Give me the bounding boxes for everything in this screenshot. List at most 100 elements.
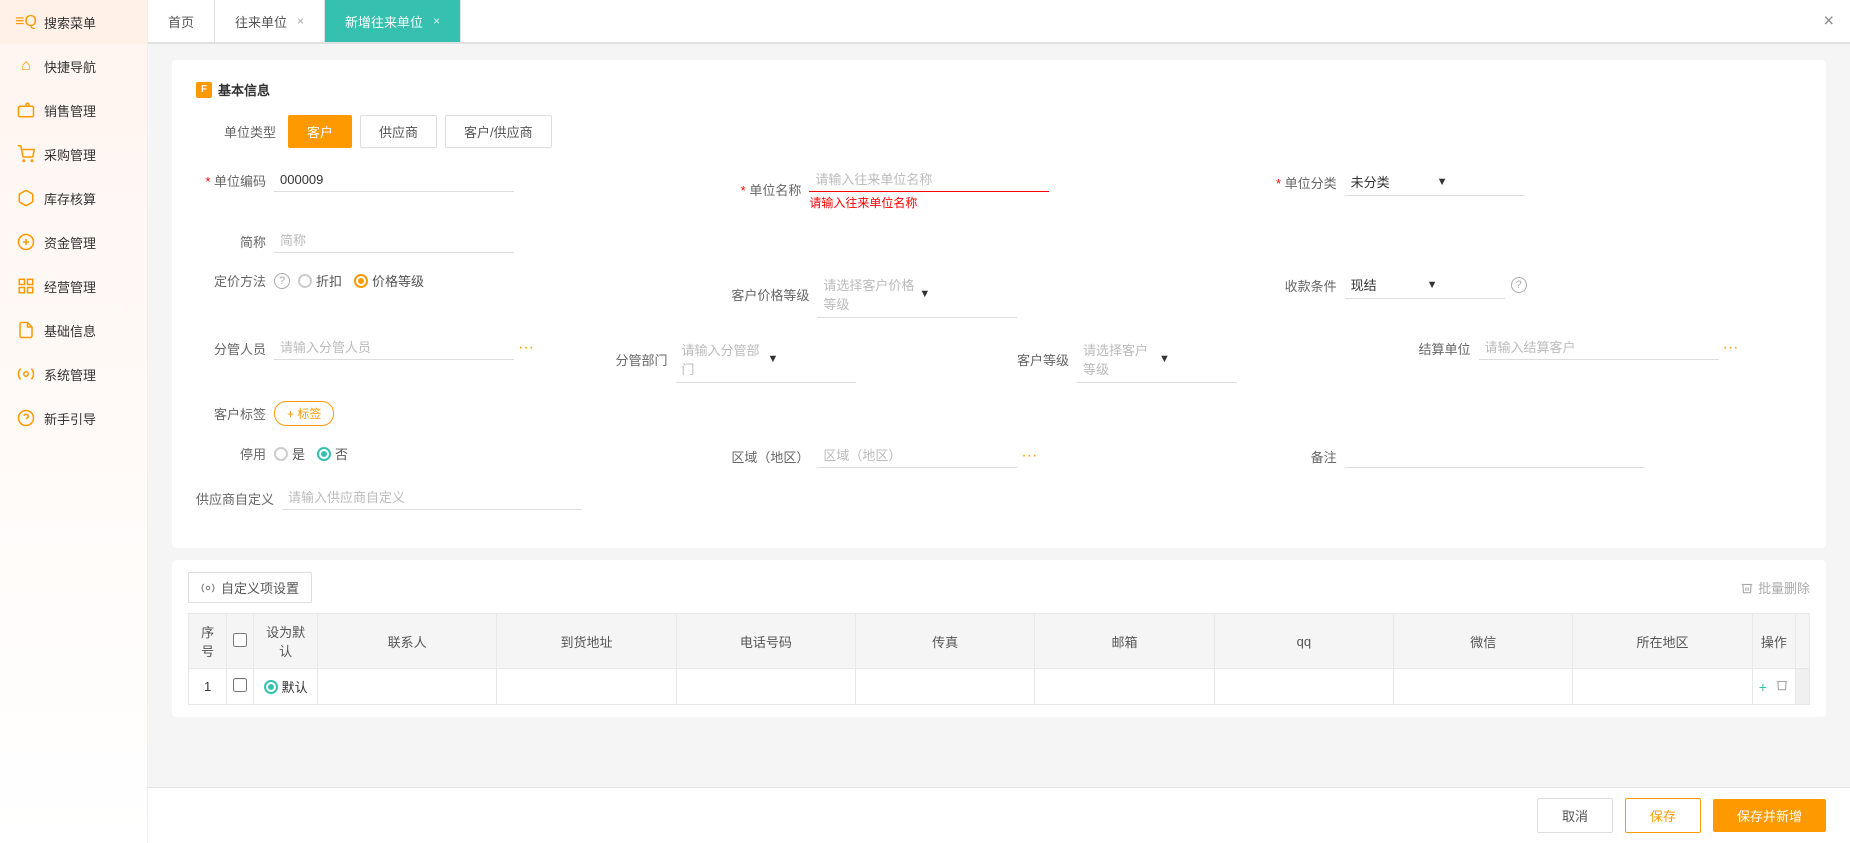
- sidebar-item-operations[interactable]: 经营管理: [0, 264, 147, 308]
- radio-no-label: 否: [335, 444, 348, 463]
- radio-price-level-label: 价格等级: [372, 271, 424, 290]
- unit-name-error: 请输入往来单位名称: [809, 194, 1266, 211]
- tab-new-partner-label: 新增往来单位: [345, 12, 423, 31]
- region-input[interactable]: [817, 444, 1017, 468]
- tab-partner[interactable]: 往来单位 ×: [215, 0, 325, 42]
- section-title-text: 基本信息: [218, 80, 270, 99]
- customer-price-level-select[interactable]: 请选择客户价格等级 ▼: [817, 271, 1017, 318]
- cell-fax[interactable]: [855, 669, 1034, 705]
- payment-terms-select[interactable]: 现结 ▼: [1345, 271, 1505, 299]
- customer-level-select[interactable]: 请选择客户等级 ▼: [1077, 336, 1237, 383]
- qq-input[interactable]: [1221, 679, 1387, 694]
- customer-level-chevron: ▼: [1159, 353, 1231, 365]
- form-row-tag: 客户标签 + 标签: [196, 401, 1802, 426]
- sidebar-label-purchase: 采购管理: [44, 145, 96, 164]
- manager-label: 分管人员: [196, 339, 266, 358]
- cell-contact[interactable]: [318, 669, 497, 705]
- cell-qq[interactable]: [1214, 669, 1393, 705]
- customer-price-level-placeholder: 请选择客户价格等级: [823, 275, 915, 313]
- cell-action: +: [1752, 669, 1795, 705]
- supplier-custom-input[interactable]: [282, 486, 582, 510]
- close-all-tabs[interactable]: ×: [1823, 11, 1834, 32]
- sidebar-item-inventory[interactable]: 库存核算: [0, 176, 147, 220]
- add-tag-btn[interactable]: + 标签: [274, 401, 334, 426]
- radio-price-level[interactable]: 价格等级: [354, 271, 424, 290]
- email-input[interactable]: [1041, 679, 1207, 694]
- radio-yes[interactable]: 是: [274, 444, 305, 463]
- settlement-unit-input[interactable]: [1479, 336, 1719, 360]
- cell-phone[interactable]: [676, 669, 855, 705]
- manager-dots[interactable]: ···: [514, 339, 538, 357]
- customer-tag-field: 客户标签 + 标签: [196, 401, 1802, 426]
- area-input[interactable]: [1579, 679, 1745, 694]
- tab-partner-close[interactable]: ×: [297, 14, 304, 28]
- th-email: 邮箱: [1035, 614, 1214, 669]
- fax-input[interactable]: [862, 679, 1028, 694]
- unit-category-chevron: ▼: [1437, 176, 1519, 188]
- phone-input[interactable]: [683, 679, 849, 694]
- address-input[interactable]: [503, 679, 669, 694]
- tab-new-partner[interactable]: 新增往来单位 ×: [325, 0, 461, 42]
- remark-input[interactable]: [1345, 444, 1645, 468]
- form-row-shortname: 简称: [196, 229, 1802, 253]
- payment-terms-help-icon[interactable]: ?: [1511, 277, 1527, 293]
- tab-home[interactable]: 首页: [148, 0, 215, 42]
- supplier-custom-field: 供应商自定义: [196, 486, 1802, 510]
- sidebar-item-sales[interactable]: 销售管理: [0, 88, 147, 132]
- remark-field: 备注: [1267, 444, 1802, 468]
- delete-row-icon[interactable]: [1775, 678, 1789, 695]
- sidebar-item-quicknav[interactable]: ⌂ 快捷导航: [0, 44, 147, 88]
- batch-delete-btn[interactable]: 批量删除: [1740, 578, 1810, 597]
- cell-address[interactable]: [497, 669, 676, 705]
- contact-input[interactable]: [324, 679, 490, 694]
- wechat-input[interactable]: [1400, 679, 1566, 694]
- btn-supplier[interactable]: 供应商: [360, 115, 437, 148]
- sidebar-item-purchase[interactable]: 采购管理: [0, 132, 147, 176]
- sidebar-item-basic[interactable]: 基础信息: [0, 308, 147, 352]
- unit-type-btn-group: 客户 供应商 客户/供应商: [288, 115, 552, 148]
- btn-customer[interactable]: 客户: [288, 115, 352, 148]
- row-checkbox[interactable]: [233, 678, 247, 692]
- customize-settings-btn[interactable]: 自定义项设置: [188, 572, 312, 603]
- add-row-icon[interactable]: +: [1759, 679, 1767, 695]
- radio-discount[interactable]: 折扣: [298, 271, 342, 290]
- sidebar-item-system[interactable]: 系统管理: [0, 352, 147, 396]
- system-icon: [16, 364, 36, 384]
- sidebar-item-finance[interactable]: 资金管理: [0, 220, 147, 264]
- manager-input[interactable]: [274, 336, 514, 360]
- cell-area[interactable]: [1573, 669, 1752, 705]
- th-scroll: [1796, 614, 1810, 669]
- unit-category-select[interactable]: 未分类 ▼: [1345, 168, 1525, 196]
- unit-name-input[interactable]: [809, 168, 1049, 192]
- radio-no[interactable]: 否: [317, 444, 348, 463]
- pricing-method-label: 定价方法: [196, 271, 266, 290]
- btn-both[interactable]: 客户/供应商: [445, 115, 552, 148]
- sidebar-item-guide[interactable]: 新手引导: [0, 396, 147, 440]
- save-new-button[interactable]: 保存并新增: [1713, 799, 1826, 832]
- cancel-button[interactable]: 取消: [1537, 798, 1613, 833]
- form-row-pricing: 定价方法 ? 折扣 价格等级 客户价格等级: [196, 271, 1802, 318]
- cell-email[interactable]: [1035, 669, 1214, 705]
- operations-icon: [16, 276, 36, 296]
- sidebar-label-search: 搜索菜单: [44, 13, 96, 32]
- table-header-row: 序号 设为默认 联系人 到货地址 电话号码 传真 邮箱 qq 微信 所在地区 操…: [189, 614, 1810, 669]
- department-chevron: ▼: [768, 353, 850, 365]
- tab-new-partner-close[interactable]: ×: [433, 14, 440, 28]
- sidebar-item-search[interactable]: ≡Q 搜索菜单: [0, 0, 147, 44]
- region-dots[interactable]: ···: [1017, 447, 1041, 465]
- pricing-help-icon[interactable]: ?: [274, 273, 290, 289]
- payment-terms-value: 现结: [1351, 275, 1423, 294]
- region-label: 区域（地区）: [731, 447, 809, 466]
- short-name-input[interactable]: [274, 229, 514, 253]
- select-all-checkbox[interactable]: [233, 633, 247, 647]
- save-button[interactable]: 保存: [1625, 798, 1701, 833]
- unit-code-input[interactable]: [274, 168, 514, 192]
- department-label: 分管部门: [598, 350, 668, 369]
- department-select[interactable]: 请输入分管部门 ▼: [676, 336, 856, 383]
- th-fax: 传真: [855, 614, 1034, 669]
- cell-wechat[interactable]: [1394, 669, 1573, 705]
- settlement-unit-dots[interactable]: ···: [1719, 339, 1743, 357]
- guide-icon: [16, 408, 36, 428]
- sales-icon: [16, 100, 36, 120]
- default-radio-circle[interactable]: [264, 680, 278, 694]
